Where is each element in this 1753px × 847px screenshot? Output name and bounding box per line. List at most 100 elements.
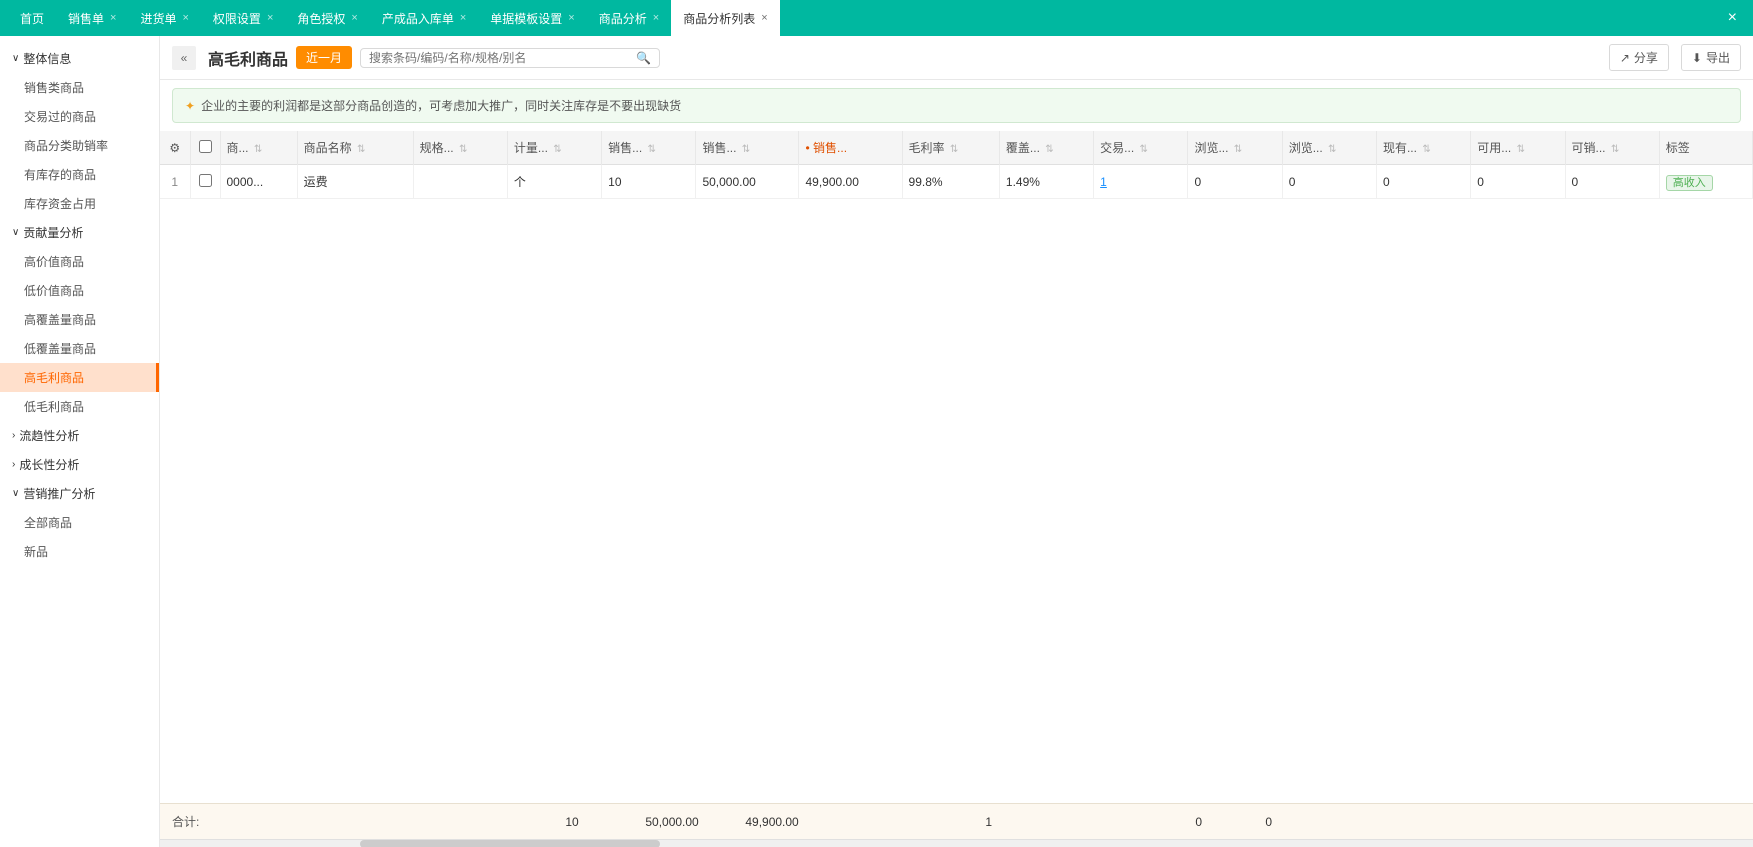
nav-tab-template[interactable]: 单据模板设置 ×	[478, 0, 586, 36]
sidebar-group-growth-label: 成长性分析	[19, 456, 79, 473]
cell-name: 运费	[297, 165, 413, 199]
th-current-stock[interactable]: 现有... ⇅	[1376, 131, 1470, 165]
nav-tab-purchase-close[interactable]: ×	[182, 12, 188, 24]
table-row: 1 0000... 运费 个 10 50,000.00 49,900.00 99…	[160, 165, 1753, 199]
nav-tab-purchase[interactable]: 进货单 ×	[128, 0, 200, 36]
sidebar-group-marketing-arrow: ∨	[12, 488, 19, 499]
th-sales-profit[interactable]: • 销售...	[799, 131, 902, 165]
nav-tab-sales[interactable]: 销售单 ×	[56, 0, 128, 36]
nav-tab-analysis-list-close[interactable]: ×	[761, 12, 767, 24]
period-button[interactable]: 近一月	[296, 46, 352, 69]
select-all-checkbox[interactable]	[199, 140, 212, 153]
footer-empty6	[1049, 815, 1119, 829]
th-code[interactable]: 商... ⇅	[220, 131, 297, 165]
sidebar-item-low-value[interactable]: 低价值商品	[0, 276, 159, 305]
export-label: 导出	[1706, 49, 1730, 66]
sidebar-item-sales-goods[interactable]: 销售类商品	[0, 73, 159, 102]
cell-browse2: 0	[1282, 165, 1376, 199]
footer-empty2	[279, 815, 479, 829]
th-browse2[interactable]: 浏览... ⇅	[1282, 131, 1376, 165]
cell-num: 1	[160, 165, 190, 199]
sidebar-group-growth-arrow: ›	[12, 459, 15, 470]
nav-tab-analysis-label: 商品分析	[599, 10, 647, 27]
sidebar-collapse-button[interactable]: «	[172, 46, 196, 70]
search-input[interactable]	[369, 51, 636, 65]
export-button[interactable]: ⬇ 导出	[1681, 44, 1741, 71]
footer-sales-qty: 10	[559, 815, 639, 829]
nav-tab-sales-label: 销售单	[68, 10, 104, 27]
footer-empty5	[909, 815, 979, 829]
th-gross-margin[interactable]: 毛利率 ⇅	[902, 131, 999, 165]
nav-tab-role[interactable]: 角色授权 ×	[285, 0, 369, 36]
share-icon: ↗	[1620, 51, 1630, 65]
nav-tab-analysis-close[interactable]: ×	[653, 12, 659, 24]
sidebar-item-low-coverage[interactable]: 低覆盖量商品	[0, 334, 159, 363]
sidebar-item-traded-goods[interactable]: 交易过的商品	[0, 102, 159, 131]
cell-spec	[413, 165, 507, 199]
info-text: 企业的主要的利润都是这部分商品创造的，可考虑加大推广，同时关注库存是不要出现缺货	[201, 97, 681, 114]
sidebar-group-contribution-arrow: ∨	[12, 227, 19, 238]
sidebar-item-new-goods[interactable]: 新品	[0, 537, 159, 566]
nav-tab-sales-close[interactable]: ×	[110, 12, 116, 24]
table-header-row: ⚙ 商... ⇅ 商品名称 ⇅ 规格... ⇅ 计量... ⇅ 销售... ⇅ …	[160, 131, 1753, 165]
scrollbar-thumb[interactable]	[360, 840, 660, 847]
th-tag[interactable]: 标签	[1659, 131, 1752, 165]
sidebar-item-high-value[interactable]: 高价值商品	[0, 247, 159, 276]
search-icon[interactable]: 🔍	[636, 51, 651, 65]
sidebar-group-overall[interactable]: ∨ 整体信息	[0, 44, 159, 73]
sidebar-group-marketing[interactable]: ∨ 营销推广分析	[0, 479, 159, 508]
sidebar-item-stock-capital[interactable]: 库存资金占用	[0, 189, 159, 218]
sidebar-group-marketing-label: 营销推广分析	[23, 485, 95, 502]
cell-coverage: 1.49%	[999, 165, 1093, 199]
nav-tab-product-warehousing-close[interactable]: ×	[460, 12, 466, 24]
cell-checkbox[interactable]	[190, 165, 220, 199]
th-saleable-stock[interactable]: 可销... ⇅	[1565, 131, 1659, 165]
share-button[interactable]: ↗ 分享	[1609, 44, 1669, 71]
cell-tag: 高收入	[1659, 165, 1752, 199]
row-checkbox[interactable]	[199, 174, 212, 187]
nav-tab-product-warehousing[interactable]: 产成品入库单 ×	[370, 0, 478, 36]
th-unit[interactable]: 计量... ⇅	[507, 131, 601, 165]
sidebar-group-growth[interactable]: › 成长性分析	[0, 450, 159, 479]
th-sales-qty[interactable]: 销售... ⇅	[602, 131, 696, 165]
panel-header: « 高毛利商品 近一月 🔍 ↗ 分享 ⬇ 导出	[160, 36, 1753, 80]
nav-close-all-button[interactable]: ×	[1720, 9, 1745, 27]
sidebar-item-high-coverage[interactable]: 高覆盖量商品	[0, 305, 159, 334]
cell-sales-amount: 50,000.00	[696, 165, 799, 199]
footer-empty7	[1119, 815, 1189, 829]
sidebar-item-all-goods[interactable]: 全部商品	[0, 508, 159, 537]
nav-tab-analysis-list-label: 商品分析列表	[683, 10, 755, 27]
nav-tab-permission-close[interactable]: ×	[267, 12, 273, 24]
sidebar-group-trend[interactable]: › 流趋性分析	[0, 421, 159, 450]
th-name[interactable]: 商品名称 ⇅	[297, 131, 413, 165]
th-spec[interactable]: 规格... ⇅	[413, 131, 507, 165]
cell-transaction: 1	[1094, 165, 1188, 199]
th-sales-amount[interactable]: 销售... ⇅	[696, 131, 799, 165]
data-table: ⚙ 商... ⇅ 商品名称 ⇅ 规格... ⇅ 计量... ⇅ 销售... ⇅ …	[160, 131, 1753, 199]
cell-code: 0000...	[220, 165, 297, 199]
sidebar-item-in-stock-goods[interactable]: 有库存的商品	[0, 160, 159, 189]
nav-tab-permission[interactable]: 权限设置 ×	[201, 0, 285, 36]
nav-tab-role-label: 角色授权	[297, 10, 345, 27]
th-browse1[interactable]: 浏览... ⇅	[1188, 131, 1282, 165]
sidebar-item-low-margin[interactable]: 低毛利商品	[0, 392, 159, 421]
th-settings[interactable]: ⚙	[160, 131, 190, 165]
th-transaction[interactable]: 交易... ⇅	[1094, 131, 1188, 165]
nav-tab-analysis-list[interactable]: 商品分析列表 ×	[671, 0, 779, 36]
nav-tab-template-close[interactable]: ×	[568, 12, 574, 24]
th-available-stock[interactable]: 可用... ⇅	[1471, 131, 1565, 165]
sidebar-item-category-sales-rate[interactable]: 商品分类助销率	[0, 131, 159, 160]
sidebar-group-contribution[interactable]: ∨ 贡献量分析	[0, 218, 159, 247]
sidebar-group-trend-arrow: ›	[12, 430, 15, 441]
th-checkbox[interactable]	[190, 131, 220, 165]
panel-title: 高毛利商品	[208, 46, 288, 70]
nav-tab-analysis[interactable]: 商品分析 ×	[587, 0, 671, 36]
th-coverage[interactable]: 覆盖... ⇅	[999, 131, 1093, 165]
sidebar-item-high-margin[interactable]: 高毛利商品	[0, 363, 159, 392]
nav-tab-home[interactable]: 首页	[8, 0, 56, 36]
footer-label: 合计:	[172, 813, 199, 830]
sidebar-group-trend-label: 流趋性分析	[19, 427, 79, 444]
cell-browse1: 0	[1188, 165, 1282, 199]
horizontal-scrollbar[interactable]	[160, 839, 1753, 847]
nav-tab-role-close[interactable]: ×	[351, 12, 357, 24]
